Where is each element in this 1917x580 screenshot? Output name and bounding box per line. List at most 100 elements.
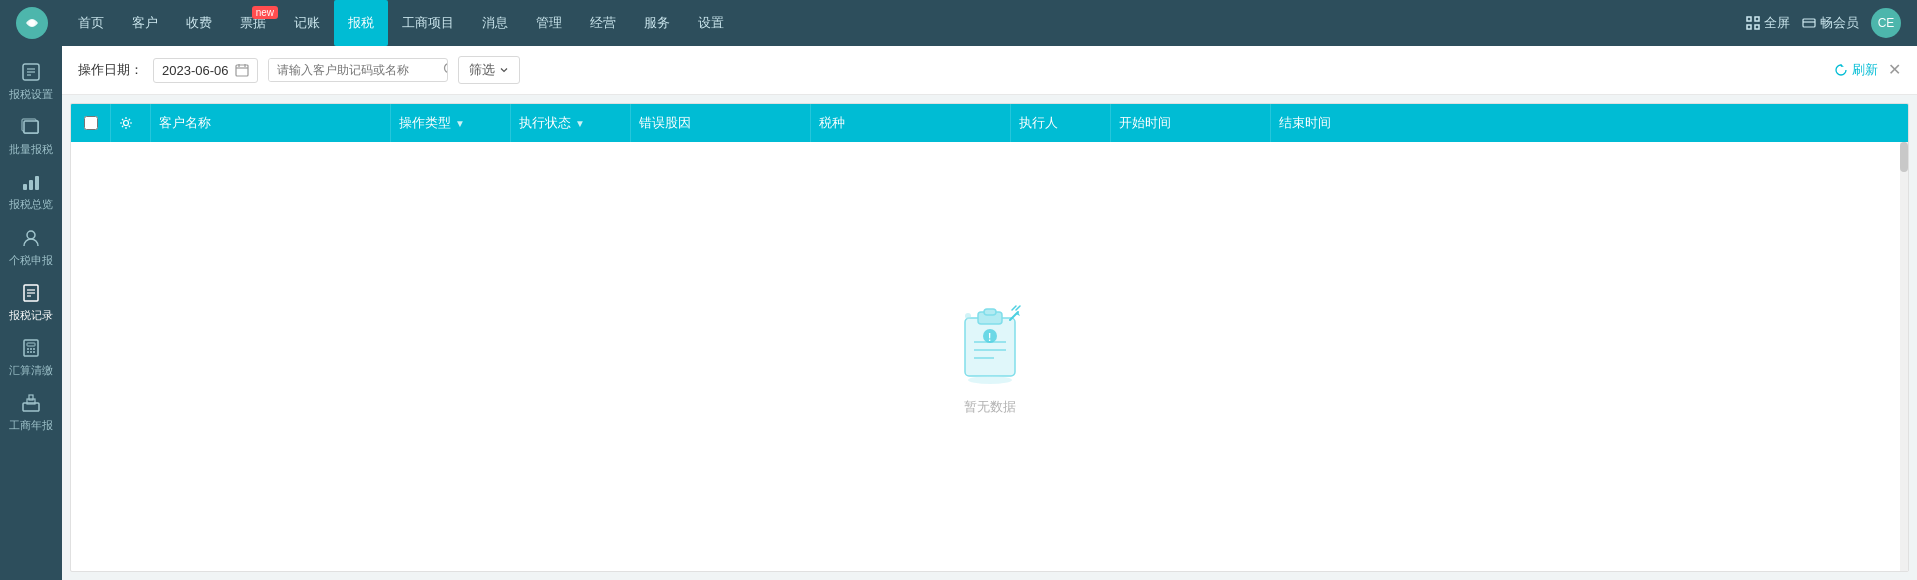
date-label: 操作日期： <box>78 61 143 79</box>
svg-point-27 <box>27 348 29 350</box>
sort-icon-operation[interactable]: ▼ <box>455 118 465 129</box>
svg-point-42 <box>124 121 129 126</box>
th-end-time: 结束时间 <box>1271 104 1431 142</box>
svg-point-28 <box>30 348 32 350</box>
date-value: 2023-06-06 <box>162 63 229 78</box>
tax-overview-icon <box>21 172 41 195</box>
toolbar: 操作日期： 2023-06-06 筛选 刷新 ✕ <box>62 46 1917 95</box>
close-button[interactable]: ✕ <box>1888 62 1901 78</box>
th-tax-type: 税种 <box>811 104 1011 142</box>
sidebar-label-tax-overview: 报税总览 <box>9 198 53 211</box>
svg-rect-2 <box>1747 17 1751 21</box>
svg-rect-16 <box>24 121 38 133</box>
avatar[interactable]: CE <box>1871 8 1901 38</box>
svg-point-51 <box>965 313 971 319</box>
sidebar-item-calc-tax[interactable]: 汇算清缴 <box>0 330 62 385</box>
svg-point-29 <box>33 348 35 350</box>
filter-button[interactable]: 筛选 <box>458 56 520 84</box>
sidebar-label-batch-tax: 批量报税 <box>9 143 53 156</box>
fullscreen-btn[interactable]: 全屏 <box>1746 14 1790 32</box>
member-btn[interactable]: 畅会员 <box>1802 14 1859 32</box>
search-button[interactable] <box>435 62 448 79</box>
svg-rect-36 <box>236 65 248 76</box>
nav-ledger[interactable]: 记账 <box>280 0 334 46</box>
nav-tax[interactable]: 报税 <box>334 0 388 46</box>
th-executor: 执行人 <box>1011 104 1111 142</box>
logo[interactable] <box>16 7 48 39</box>
tax-record-icon <box>21 283 41 306</box>
member-icon <box>1802 16 1816 30</box>
search-icon <box>443 62 448 76</box>
scroll-indicator[interactable] <box>1900 142 1908 571</box>
search-input[interactable] <box>269 59 435 81</box>
svg-rect-3 <box>1755 17 1759 21</box>
batch-tax-icon <box>21 117 41 140</box>
svg-rect-6 <box>1803 19 1815 27</box>
sidebar-item-batch-tax[interactable]: 批量报税 <box>0 109 62 164</box>
sidebar-item-personal-tax[interactable]: 个税申报 <box>0 220 62 275</box>
sidebar-label-tax-settings: 报税设置 <box>9 88 53 101</box>
sidebar-label-personal-tax: 个税申报 <box>9 254 53 267</box>
search-box[interactable] <box>268 58 448 82</box>
nav-business[interactable]: 工商项目 <box>388 0 468 46</box>
nav-right-actions: 全屏 畅会员 CE <box>1746 8 1901 38</box>
main-layout: 报税设置 批量报税 报税总览 个税申报 报税记录 <box>0 46 1917 580</box>
table-header: 客户名称 操作类型 ▼ 执行状态 ▼ 错误股因 税种 执行人 开始时间 结束时间 <box>71 104 1908 142</box>
svg-rect-26 <box>27 343 35 346</box>
nav-message[interactable]: 消息 <box>468 0 522 46</box>
empty-illustration: ! <box>950 298 1030 388</box>
sidebar: 报税设置 批量报税 报税总览 个税申报 报税记录 <box>0 46 62 580</box>
svg-rect-43 <box>965 318 1015 376</box>
settings-icon <box>119 116 133 130</box>
sidebar-item-tax-overview[interactable]: 报税总览 <box>0 164 62 219</box>
chevron-down-icon <box>499 65 509 75</box>
svg-rect-5 <box>1755 25 1759 29</box>
th-operation-type: 操作类型 ▼ <box>391 104 511 142</box>
th-checkbox[interactable] <box>71 104 111 142</box>
invoice-badge: new <box>252 6 278 19</box>
sidebar-item-annual-report[interactable]: 工商年报 <box>0 385 62 440</box>
sidebar-label-annual-report: 工商年报 <box>9 419 53 432</box>
sidebar-label-tax-record: 报税记录 <box>9 309 53 322</box>
svg-point-30 <box>27 351 29 353</box>
content-area: 操作日期： 2023-06-06 筛选 刷新 ✕ <box>62 46 1917 580</box>
tax-settings-icon <box>21 62 41 85</box>
annual-report-icon <box>21 393 41 416</box>
th-error-reason: 错误股因 <box>631 104 811 142</box>
nav-manage[interactable]: 管理 <box>522 0 576 46</box>
refresh-icon <box>1834 63 1848 77</box>
nav-operation[interactable]: 经营 <box>576 0 630 46</box>
nav-collection[interactable]: 收费 <box>172 0 226 46</box>
svg-rect-19 <box>35 176 39 190</box>
svg-text:!: ! <box>988 332 991 343</box>
nav-home[interactable]: 首页 <box>64 0 118 46</box>
date-picker[interactable]: 2023-06-06 <box>153 58 258 83</box>
empty-text: 暂无数据 <box>964 398 1016 416</box>
scroll-thumb[interactable] <box>1900 142 1908 172</box>
table-body: ! 暂无数据 <box>71 142 1908 571</box>
svg-point-1 <box>29 20 35 26</box>
svg-line-52 <box>1012 306 1016 310</box>
svg-point-54 <box>968 376 1012 384</box>
nav-service[interactable]: 服务 <box>630 0 684 46</box>
sidebar-item-tax-settings[interactable]: 报税设置 <box>0 54 62 109</box>
svg-point-31 <box>30 351 32 353</box>
nav-items: 首页 客户 收费 票据 new 记账 报税 工商项目 消息 管理 经营 服务 设… <box>64 0 1746 46</box>
sidebar-item-tax-record[interactable]: 报税记录 <box>0 275 62 330</box>
nav-settings[interactable]: 设置 <box>684 0 738 46</box>
svg-line-53 <box>1016 306 1020 310</box>
top-navigation: 首页 客户 收费 票据 new 记账 报税 工商项目 消息 管理 经营 服务 设… <box>0 0 1917 46</box>
fullscreen-icon <box>1746 16 1760 30</box>
th-client-name: 客户名称 <box>151 104 391 142</box>
svg-rect-4 <box>1747 25 1751 29</box>
select-all-checkbox[interactable] <box>84 116 98 130</box>
th-exec-status: 执行状态 ▼ <box>511 104 631 142</box>
table-container: 客户名称 操作类型 ▼ 执行状态 ▼ 错误股因 税种 执行人 开始时间 结束时间 <box>70 103 1909 572</box>
nav-customer[interactable]: 客户 <box>118 0 172 46</box>
th-start-time: 开始时间 <box>1111 104 1271 142</box>
svg-rect-18 <box>29 180 33 190</box>
svg-rect-17 <box>23 184 27 190</box>
sort-icon-status[interactable]: ▼ <box>575 118 585 129</box>
refresh-button[interactable]: 刷新 <box>1834 61 1878 79</box>
nav-invoice[interactable]: 票据 new <box>226 0 280 46</box>
